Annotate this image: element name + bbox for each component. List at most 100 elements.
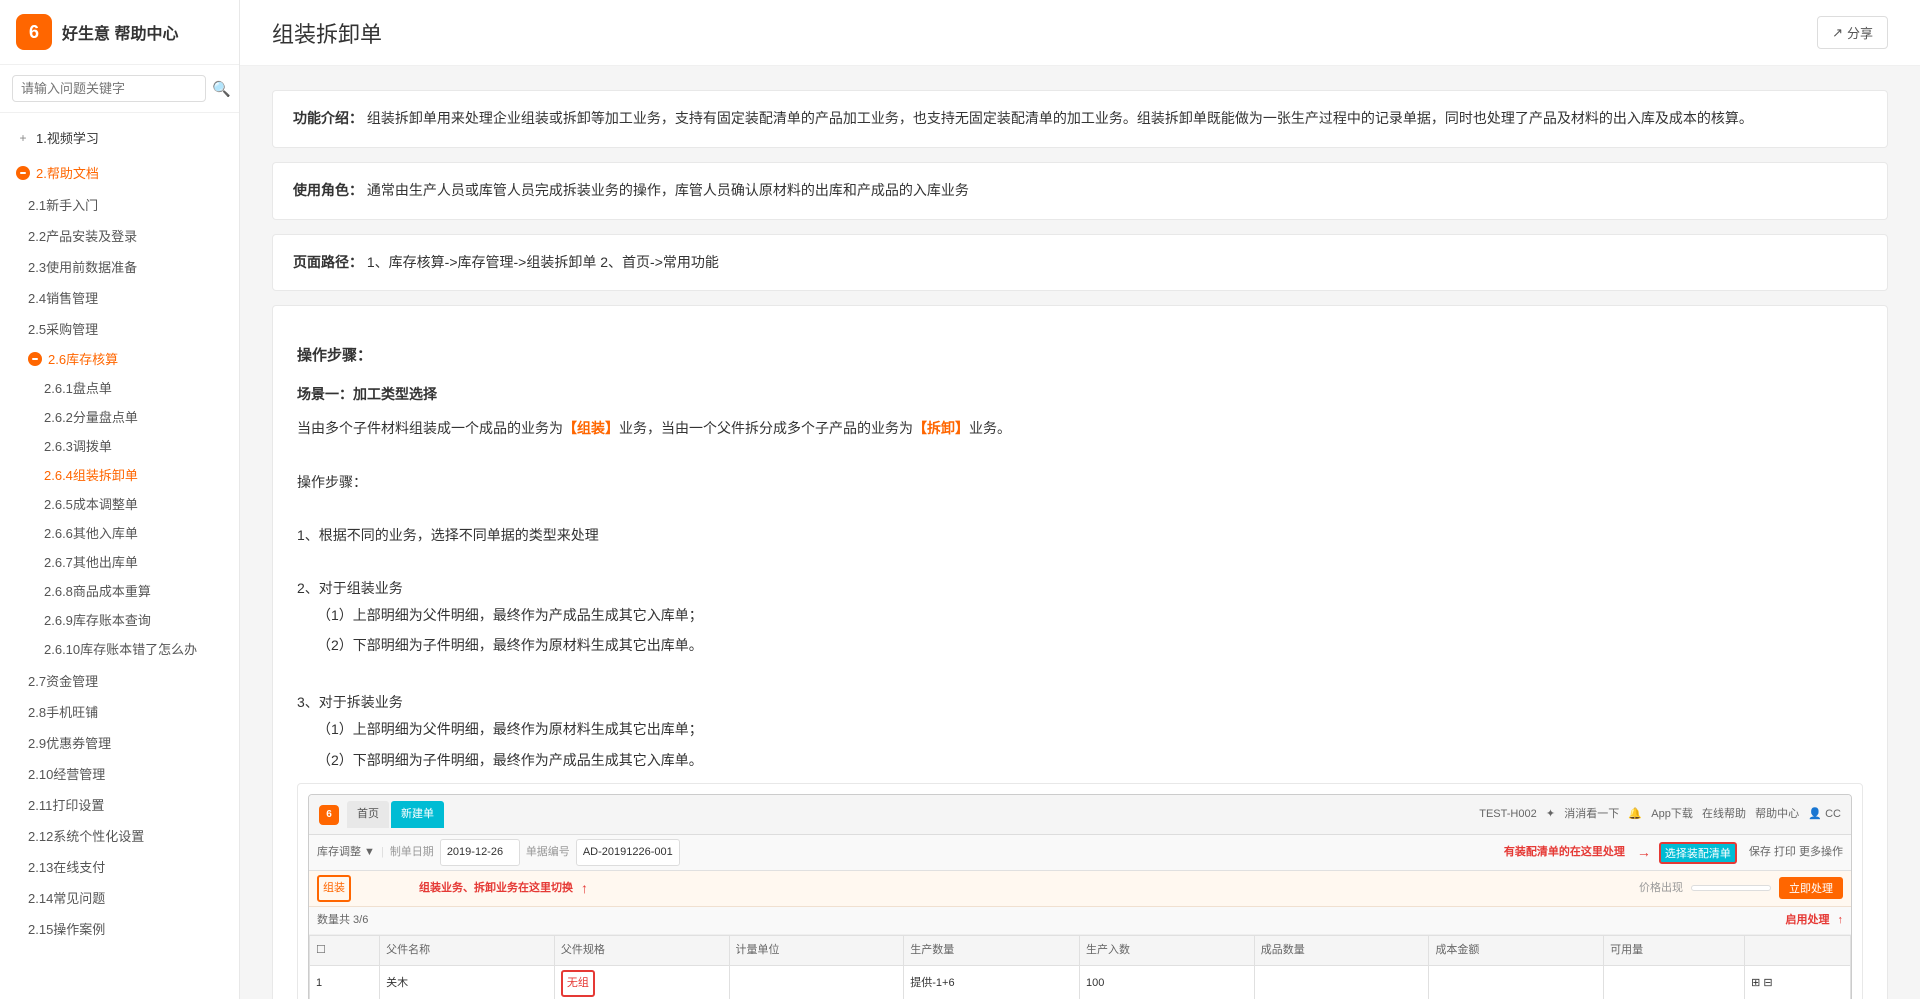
circle-minus-icon [16,166,30,180]
sidebar-item-2-1[interactable]: 2.1新手入门 [28,189,239,220]
sidebar-item-docs[interactable]: 2.帮助文档 [0,156,239,189]
mock-parent-table: ☐ 父件名称 父件规格 计量单位 生产数量 生产入数 成品数量 成本金额 可用量 [309,935,1851,999]
search-bar: 🔍 [0,65,239,113]
main-header: 组装拆卸单 ↗ 分享 [240,0,1920,66]
mock-switch-assembly: 组装 [323,882,345,894]
mock-app-header: 6 首页 新建单 TEST-H002 ✦ 消消看一下 🔔 App下载 在线帮助 … [309,795,1851,835]
sidebar-item-2-9[interactable]: 2.9优惠券管理 [28,727,239,758]
sub-sub-items-2-6: 2.6.1盘点单 2.6.2分量盘点单 2.6.3调拨单 2.6.4组装拆卸单 … [28,373,239,663]
mock-switch-type-box[interactable]: 组装 [317,875,351,902]
sidebar-item-2-6-4[interactable]: 2.6.4组装拆卸单 [44,460,239,489]
sidebar-item-2-6-9[interactable]: 2.6.9库存账本查询 [44,605,239,634]
sidebar-item-2-5[interactable]: 2.5采购管理 [28,313,239,344]
mock-toolbar-options: 保存 打印 更多操作 [1749,842,1843,863]
sidebar-item-2-14[interactable]: 2.14常见问题 [28,882,239,913]
nav-group-docs: 2.帮助文档 2.1新手入门 2.2产品安装及登录 2.3使用前数据准备 2.4… [0,156,239,944]
sidebar-item-2-13[interactable]: 2.13在线支付 [28,851,239,882]
sidebar-item-2-6-3[interactable]: 2.6.3调拨单 [44,431,239,460]
mock-tab-active: 新建单 [391,801,444,828]
mock-price-field-label: 价格出现 [1639,878,1683,899]
screenshot-container: 6 首页 新建单 TEST-H002 ✦ 消消看一下 🔔 App下载 在线帮助 … [297,783,1863,999]
sidebar-item-2-6-8[interactable]: 2.6.8商品成本重算 [44,576,239,605]
nav-group-2-6: 2.6库存核算 2.6.1盘点单 2.6.2分量盘点单 2.6.3调拨单 2.6… [28,344,239,663]
sidebar-item-2-6-label: 2.6库存核算 [48,349,118,368]
mock-cell-seq: 1 [310,965,380,999]
sidebar-item-2-11[interactable]: 2.11打印设置 [28,789,239,820]
sidebar-item-2-10[interactable]: 2.10经营管理 [28,758,239,789]
mock-th-prod-amount: 成品数量 [1254,935,1429,965]
mock-cell-qty: 提供-1+6 [904,965,1080,999]
mock-date-field[interactable]: 2019-12-26 [440,839,520,866]
mock-select-assembly-btn[interactable]: 选择装配清单 [1659,842,1737,864]
step3-sub1: （1）上部明细为父件明细，最终作为原材料生成其它出库单； [317,716,1863,743]
mock-billno-field[interactable]: AD-20191226-001 [576,839,680,866]
mock-th-unit: 计量单位 [729,935,904,965]
step2: 2、对于组装业务 [297,575,1863,602]
sidebar-nav: + 1.视频学习 2.帮助文档 2.1新手入门 2.2产品安装及登录 2.3使用… [0,113,239,999]
function-intro-text: 组装拆卸单用来处理企业组装或拆卸等加工业务，支持有固定装配清单的产品加工业务，也… [367,110,1753,126]
sidebar-item-video[interactable]: + 1.视频学习 [0,121,239,154]
mock-cell-unit [729,965,904,999]
steps-section: 操作步骤： 场景一：加工类型选择 当由多个子件材料组装成一个成品的业务为【组装】… [272,305,1888,999]
plus-icon: + [16,131,30,145]
mock-toolbar-type: 库存调整 ▼ [317,842,375,863]
mock-cell-in-qty: 100 [1080,965,1255,999]
step2-sub2: （2）下部明细为子件明细，最终作为原材料生成其它出库单。 [317,632,1863,659]
mock-screenshot: 6 首页 新建单 TEST-H002 ✦ 消消看一下 🔔 App下载 在线帮助 … [308,794,1852,999]
sidebar-logo: 6 好生意 帮助中心 [0,0,239,65]
mock-th-available: 可用量 [1604,935,1745,965]
mock-confirm-btn[interactable]: 立即处理 [1779,877,1843,899]
function-intro-card: 功能介绍： 组装拆卸单用来处理企业组装或拆卸等加工业务，支持有固定装配清单的产品… [272,90,1888,148]
step1: 1、根据不同的业务，选择不同单据的类型来处理 [297,522,1863,549]
mock-th-actions [1745,935,1851,965]
share-label: 分享 [1847,23,1873,42]
mock-parent-row-1: 1 关木 无组 提供-1+6 100 [310,965,1851,999]
mock-qty-row: 数量共 3/6 启用处理 ↑ [309,907,1851,935]
disassemble-highlight: 【拆卸】 [913,420,969,436]
sidebar-item-2-4[interactable]: 2.4销售管理 [28,282,239,313]
scene1-desc: 当由多个子件材料组装成一个成品的业务为【组装】业务，当由一个父件拆分成多个子产品… [297,415,1863,442]
operation-steps-label: 操作步骤： [297,342,1863,371]
mock-nav-tabs: 首页 新建单 [347,801,444,828]
mock-toolbar: 库存调整 ▼ | 制单日期 2019-12-26 单据编号 AD-2019122… [309,835,1851,871]
sidebar-item-2-2[interactable]: 2.2产品安装及登录 [28,220,239,251]
sidebar-item-2-6-7[interactable]: 2.6.7其他出库单 [44,547,239,576]
sidebar-item-2-8[interactable]: 2.8手机旺铺 [28,696,239,727]
path-text: 1、库存核算->库存管理->组装拆卸单 2、首页->常用功能 [367,254,719,270]
sidebar-item-2-3[interactable]: 2.3使用前数据准备 [28,251,239,282]
path-label: 页面路径： [293,254,363,270]
mock-cell-name: 关木 [380,965,555,999]
mock-cell-act: ⊞ ⊟ [1745,965,1851,999]
sidebar-item-2-6-6[interactable]: 2.6.6其他入库单 [44,518,239,547]
mock-logo: 6 [319,805,339,825]
sidebar-item-docs-label: 2.帮助文档 [36,163,99,182]
sidebar-item-2-12[interactable]: 2.12系统个性化设置 [28,820,239,851]
assembly-highlight: 【组装】 [563,420,619,436]
app-logo-icon: 6 [16,14,52,50]
sidebar-item-2-6-2[interactable]: 2.6.2分量盘点单 [44,402,239,431]
share-button[interactable]: ↗ 分享 [1817,16,1888,49]
role-card: 使用角色： 通常由生产人员或库管人员完成拆装业务的操作，库管人员确认原材料的出库… [272,162,1888,220]
sidebar-item-2-6-10[interactable]: 2.6.10库存账本错了怎么办 [44,634,239,663]
role-text: 通常由生产人员或库管人员完成拆装业务的操作，库管人员确认原材料的出库和产成品的入… [367,182,969,198]
mock-sub-toolbar: 组装 组装业务、拆卸业务在这里切换 ↑ 价格出现 立即处理 [309,871,1851,907]
sidebar-item-2-15[interactable]: 2.15操作案例 [28,913,239,944]
sidebar-item-2-6-5[interactable]: 2.6.5成本调整单 [44,489,239,518]
search-input[interactable] [12,75,206,102]
sidebar-item-2-7[interactable]: 2.7资金管理 [28,665,239,696]
path-card: 页面路径： 1、库存核算->库存管理->组装拆卸单 2、首页->常用功能 [272,234,1888,292]
search-icon[interactable]: 🔍 [212,80,231,98]
mock-tab-home: 首页 [347,801,389,828]
page-title: 组装拆卸单 [272,17,382,49]
sidebar-item-2-6-1[interactable]: 2.6.1盘点单 [44,373,239,402]
mock-qty-label: 数量共 3/6 [317,910,368,931]
app-name: 好生意 帮助中心 [62,20,178,44]
mock-th-seq: ☐ [310,935,380,965]
main-content: 组装拆卸单 ↗ 分享 功能介绍： 组装拆卸单用来处理企业组装或拆卸等加工业务，支… [240,0,1920,999]
role-label: 使用角色： [293,182,363,198]
mock-th-prod-qty: 生产数量 [904,935,1080,965]
share-icon: ↗ [1832,25,1843,41]
mock-company-input[interactable] [1691,885,1771,891]
sidebar-item-2-6[interactable]: 2.6库存核算 [28,344,239,373]
circle-minus-2-icon [28,352,42,366]
